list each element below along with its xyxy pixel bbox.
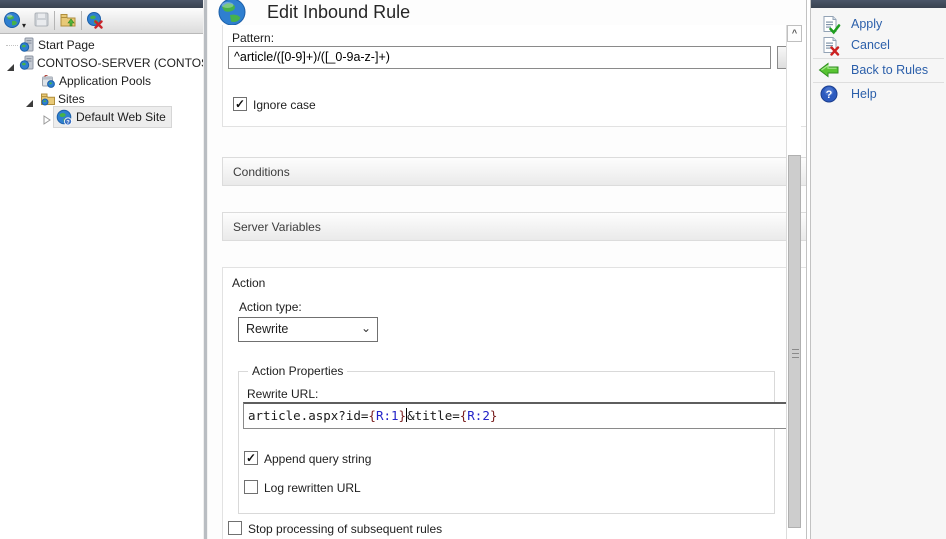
help-icon: ?: [820, 85, 838, 106]
actions-panel: Actions Apply: [811, 0, 946, 539]
tree-item-server[interactable]: CONTOSO-SERVER (CONTOS: [0, 54, 203, 72]
log-rewritten-url-label: Log rewritten URL: [264, 481, 361, 495]
tree-item-label: Application Pools: [59, 74, 152, 88]
scrollbar-grip: [792, 353, 799, 354]
cancel-icon: [821, 36, 841, 59]
chevron-down-icon: ⌄: [360, 321, 371, 335]
connect-dropdown-arrow-icon[interactable]: ▾: [22, 21, 26, 30]
collapsed-triangle-icon[interactable]: [42, 112, 51, 130]
conditions-section-header[interactable]: Conditions: [222, 157, 806, 186]
scroll-up-button[interactable]: ^: [787, 25, 802, 42]
iis-manager-window: Connections ▾: [0, 0, 946, 539]
help-button[interactable]: ? Help: [811, 85, 946, 105]
append-query-string-label: Append query string: [264, 452, 372, 466]
connections-header-label: Connections: [0, 0, 203, 3]
actions-separator: [813, 58, 944, 59]
scrollbar-grip: [792, 357, 799, 358]
back-to-rules-button[interactable]: Back to Rules: [811, 61, 946, 81]
ignore-case-label: Ignore case: [253, 98, 316, 112]
toolbar-separator: [81, 11, 82, 30]
connections-toolbar: ▾: [0, 8, 203, 34]
connections-tree: Start Page CONTOSO-SERVER (CONTOS Applic…: [0, 34, 203, 539]
rewrite-url-label: Rewrite URL:: [247, 387, 319, 401]
actions-separator: [813, 82, 944, 83]
web-site-icon: ?: [56, 109, 73, 131]
help-link-label: Help: [851, 87, 877, 101]
tree-item-label: CONTOSO-SERVER (CONTOS: [37, 56, 203, 70]
actions-panel-border: [806, 0, 807, 539]
apply-link-label: Apply: [851, 17, 883, 31]
log-rewritten-url-checkbox[interactable]: [244, 480, 258, 494]
save-icon[interactable]: [33, 11, 53, 31]
connections-header: Connections: [0, 0, 203, 8]
cancel-link-label: Cancel: [851, 38, 890, 52]
pattern-label: Pattern:: [232, 31, 275, 45]
conditions-section-label: Conditions: [233, 165, 290, 179]
tree-item-default-web-site[interactable]: ? Default Web Site: [0, 108, 203, 126]
stop-processing-label: Stop processing of subsequent rules: [248, 522, 443, 536]
tree-item-label: Default Web Site: [76, 110, 166, 124]
svg-text:?: ?: [66, 120, 70, 126]
action-properties-legend: Action Properties: [248, 364, 348, 378]
page-title: Edit Inbound Rule: [267, 2, 411, 22]
server-variables-section-header[interactable]: Server Variables: [222, 212, 806, 241]
server-variables-section-label: Server Variables: [233, 220, 321, 234]
apply-icon: [821, 15, 841, 38]
back-arrow-icon: [818, 61, 840, 82]
back-to-rules-link-label: Back to Rules: [851, 63, 929, 77]
action-type-label: Action type:: [239, 300, 302, 314]
delete-connection-icon[interactable]: [86, 11, 106, 31]
ignore-case-checkbox[interactable]: ✓: [233, 97, 247, 111]
tree-item-application-pools[interactable]: Application Pools: [0, 72, 203, 90]
action-type-select[interactable]: Rewrite ⌄: [238, 317, 378, 342]
scrollbar-thumb[interactable]: [788, 155, 801, 528]
vertical-scrollbar[interactable]: ^: [786, 25, 802, 539]
connections-panel: Connections ▾: [0, 0, 203, 539]
folder-up-icon[interactable]: [59, 11, 79, 31]
apply-button[interactable]: Apply: [811, 15, 946, 35]
feature-view: Edit Inbound Rule Pattern: ^article/([0-…: [208, 0, 806, 539]
actions-header-label: Actions: [811, 0, 946, 3]
scrollbar-grip: [792, 349, 799, 350]
stop-processing-checkbox[interactable]: [228, 521, 242, 535]
tree-item-label: Start Page: [38, 38, 95, 52]
append-query-string-checkbox[interactable]: ✓: [244, 451, 258, 465]
cancel-button[interactable]: Cancel: [811, 36, 946, 56]
action-type-value: Rewrite: [246, 322, 289, 336]
pattern-input[interactable]: ^article/([0-9]+)/([_0-9a-z-]+): [228, 46, 771, 69]
rewrite-url-input[interactable]: article.aspx?id={R:1}&title={R:2}: [243, 402, 801, 429]
action-section-label: Action: [232, 276, 266, 290]
svg-text:?: ?: [826, 89, 833, 101]
actions-header: Actions: [811, 0, 946, 8]
toolbar-separator: [54, 11, 55, 30]
connect-globe-icon[interactable]: [3, 11, 23, 31]
tree-item-start-page[interactable]: Start Page: [0, 36, 203, 54]
